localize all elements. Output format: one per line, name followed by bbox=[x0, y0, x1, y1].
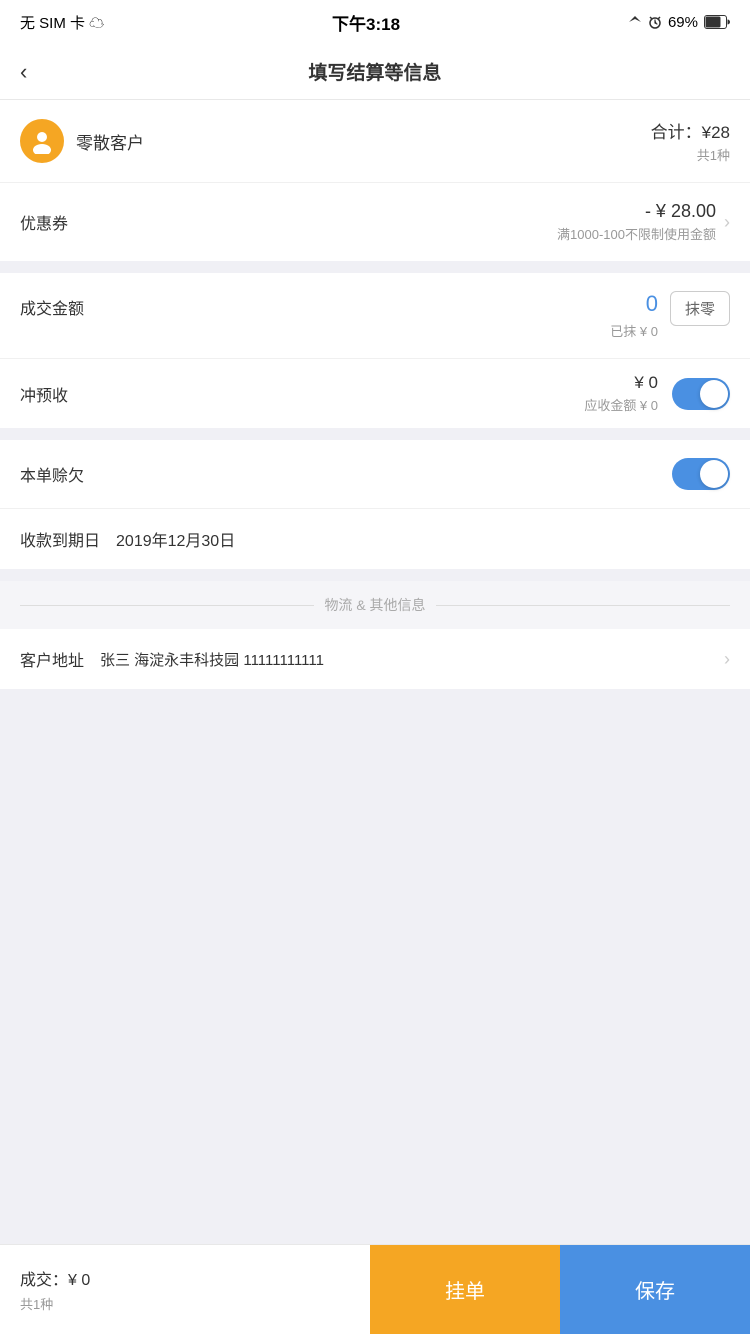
deal-amount-right: 0 已抹 ¥ 0 抹零 bbox=[610, 291, 730, 340]
logistics-title: 物流 & 其他信息 bbox=[324, 595, 425, 615]
prepay-info: ¥ 0 应收金额 ¥ 0 bbox=[584, 373, 658, 414]
due-date-value: 2019年12月30日 bbox=[116, 527, 235, 551]
status-right: 69% bbox=[628, 14, 730, 31]
bottom-count: 共1种 bbox=[20, 1294, 350, 1313]
coupon-row[interactable]: 优惠券 - ¥ 28.00 满1000-100不限制使用金额 › bbox=[0, 182, 750, 261]
customer-name: 零散客户 bbox=[76, 129, 144, 154]
deal-amount-value: 0 bbox=[610, 291, 658, 317]
logistics-header: 物流 & 其他信息 bbox=[0, 581, 750, 629]
deal-amount-section: 成交金额 0 已抹 ¥ 0 抹零 冲预收 ¥ 0 应收金额 ¥ 0 bbox=[0, 273, 750, 428]
logistics-line-right bbox=[436, 605, 730, 606]
prepay-row: 冲预收 ¥ 0 应收金额 ¥ 0 bbox=[0, 358, 750, 428]
coupon-desc: 满1000-100不限制使用金额 bbox=[557, 224, 716, 243]
coupon-right: - ¥ 28.00 满1000-100不限制使用金额 › bbox=[557, 201, 730, 243]
prepay-amount: ¥ 0 bbox=[584, 373, 658, 393]
page-title: 填写结算等信息 bbox=[308, 58, 441, 85]
address-value: 张三 海淀永丰科技园 11111111111 bbox=[100, 649, 724, 670]
alarm-icon bbox=[648, 15, 662, 29]
bottom-deal-label: 成交： bbox=[20, 1272, 68, 1289]
customer-right: 合计：¥28 共1种 bbox=[651, 118, 730, 164]
location-icon bbox=[628, 15, 642, 29]
prepay-right: ¥ 0 应收金额 ¥ 0 bbox=[584, 373, 730, 414]
address-row[interactable]: 客户地址 张三 海淀永丰科技园 11111111111 › bbox=[0, 629, 750, 689]
logistics-line-left bbox=[20, 605, 314, 606]
coupon-amount: - ¥ 28.00 bbox=[557, 201, 716, 222]
prepay-toggle[interactable] bbox=[672, 378, 730, 410]
no-sim-text: 无 SIM 卡 ☁ bbox=[20, 12, 104, 33]
deal-amount-sub: 已抹 ¥ 0 bbox=[610, 321, 658, 340]
customer-count: 共1种 bbox=[651, 145, 730, 164]
prepay-label: 冲预收 bbox=[20, 382, 68, 406]
customer-section: 零散客户 合计：¥28 共1种 优惠券 - ¥ 28.00 满1000-100不… bbox=[0, 100, 750, 261]
customer-total: 合计：¥28 bbox=[651, 118, 730, 143]
coupon-info: - ¥ 28.00 满1000-100不限制使用金额 bbox=[557, 201, 716, 243]
save-button[interactable]: 保存 bbox=[560, 1245, 750, 1334]
prepay-toggle-knob bbox=[700, 380, 728, 408]
customer-avatar bbox=[20, 119, 64, 163]
nav-bar: ‹ 填写结算等信息 bbox=[0, 44, 750, 100]
customer-left: 零散客户 bbox=[20, 119, 144, 163]
bottom-deal-text: 成交：¥ 0 bbox=[20, 1266, 350, 1290]
address-chevron-icon: › bbox=[724, 649, 730, 670]
content: 零散客户 合计：¥28 共1种 优惠券 - ¥ 28.00 满1000-100不… bbox=[0, 100, 750, 801]
round-down-button[interactable]: 抹零 bbox=[670, 291, 730, 326]
bottom-deal-value: ¥ 0 bbox=[68, 1272, 90, 1289]
customer-row: 零散客户 合计：¥28 共1种 bbox=[0, 100, 750, 182]
address-label: 客户地址 bbox=[20, 647, 84, 671]
coupon-chevron-icon: › bbox=[724, 212, 730, 233]
person-icon bbox=[29, 128, 55, 154]
coupon-label: 优惠券 bbox=[20, 210, 68, 234]
prepay-sub: 应收金额 ¥ 0 bbox=[584, 395, 658, 414]
deal-amount-row: 成交金额 0 已抹 ¥ 0 抹零 bbox=[0, 273, 750, 358]
debt-label: 本单赊欠 bbox=[20, 462, 84, 486]
pending-button[interactable]: 挂单 bbox=[370, 1245, 560, 1334]
debt-row: 本单赊欠 bbox=[0, 440, 750, 508]
battery-icon bbox=[704, 15, 730, 29]
logistics-section: 物流 & 其他信息 客户地址 张三 海淀永丰科技园 11111111111 › bbox=[0, 581, 750, 689]
due-date-row[interactable]: 收款到期日 2019年12月30日 bbox=[0, 508, 750, 569]
battery-text: 69% bbox=[668, 14, 698, 31]
status-left: 无 SIM 卡 ☁ bbox=[20, 12, 104, 33]
back-button[interactable]: ‹ bbox=[20, 59, 27, 85]
due-date-label: 收款到期日 bbox=[20, 527, 100, 551]
deal-value-wrap: 0 已抹 ¥ 0 bbox=[610, 291, 658, 340]
debt-toggle[interactable] bbox=[672, 458, 730, 490]
status-time: 下午3:18 bbox=[332, 10, 400, 35]
bottom-bar: 成交：¥ 0 共1种 挂单 保存 bbox=[0, 1244, 750, 1334]
deal-amount-label: 成交金额 bbox=[20, 291, 84, 319]
bottom-summary: 成交：¥ 0 共1种 bbox=[0, 1245, 370, 1334]
debt-section: 本单赊欠 收款到期日 2019年12月30日 bbox=[0, 440, 750, 569]
status-bar: 无 SIM 卡 ☁ 下午3:18 69% bbox=[0, 0, 750, 44]
debt-toggle-knob bbox=[700, 460, 728, 488]
